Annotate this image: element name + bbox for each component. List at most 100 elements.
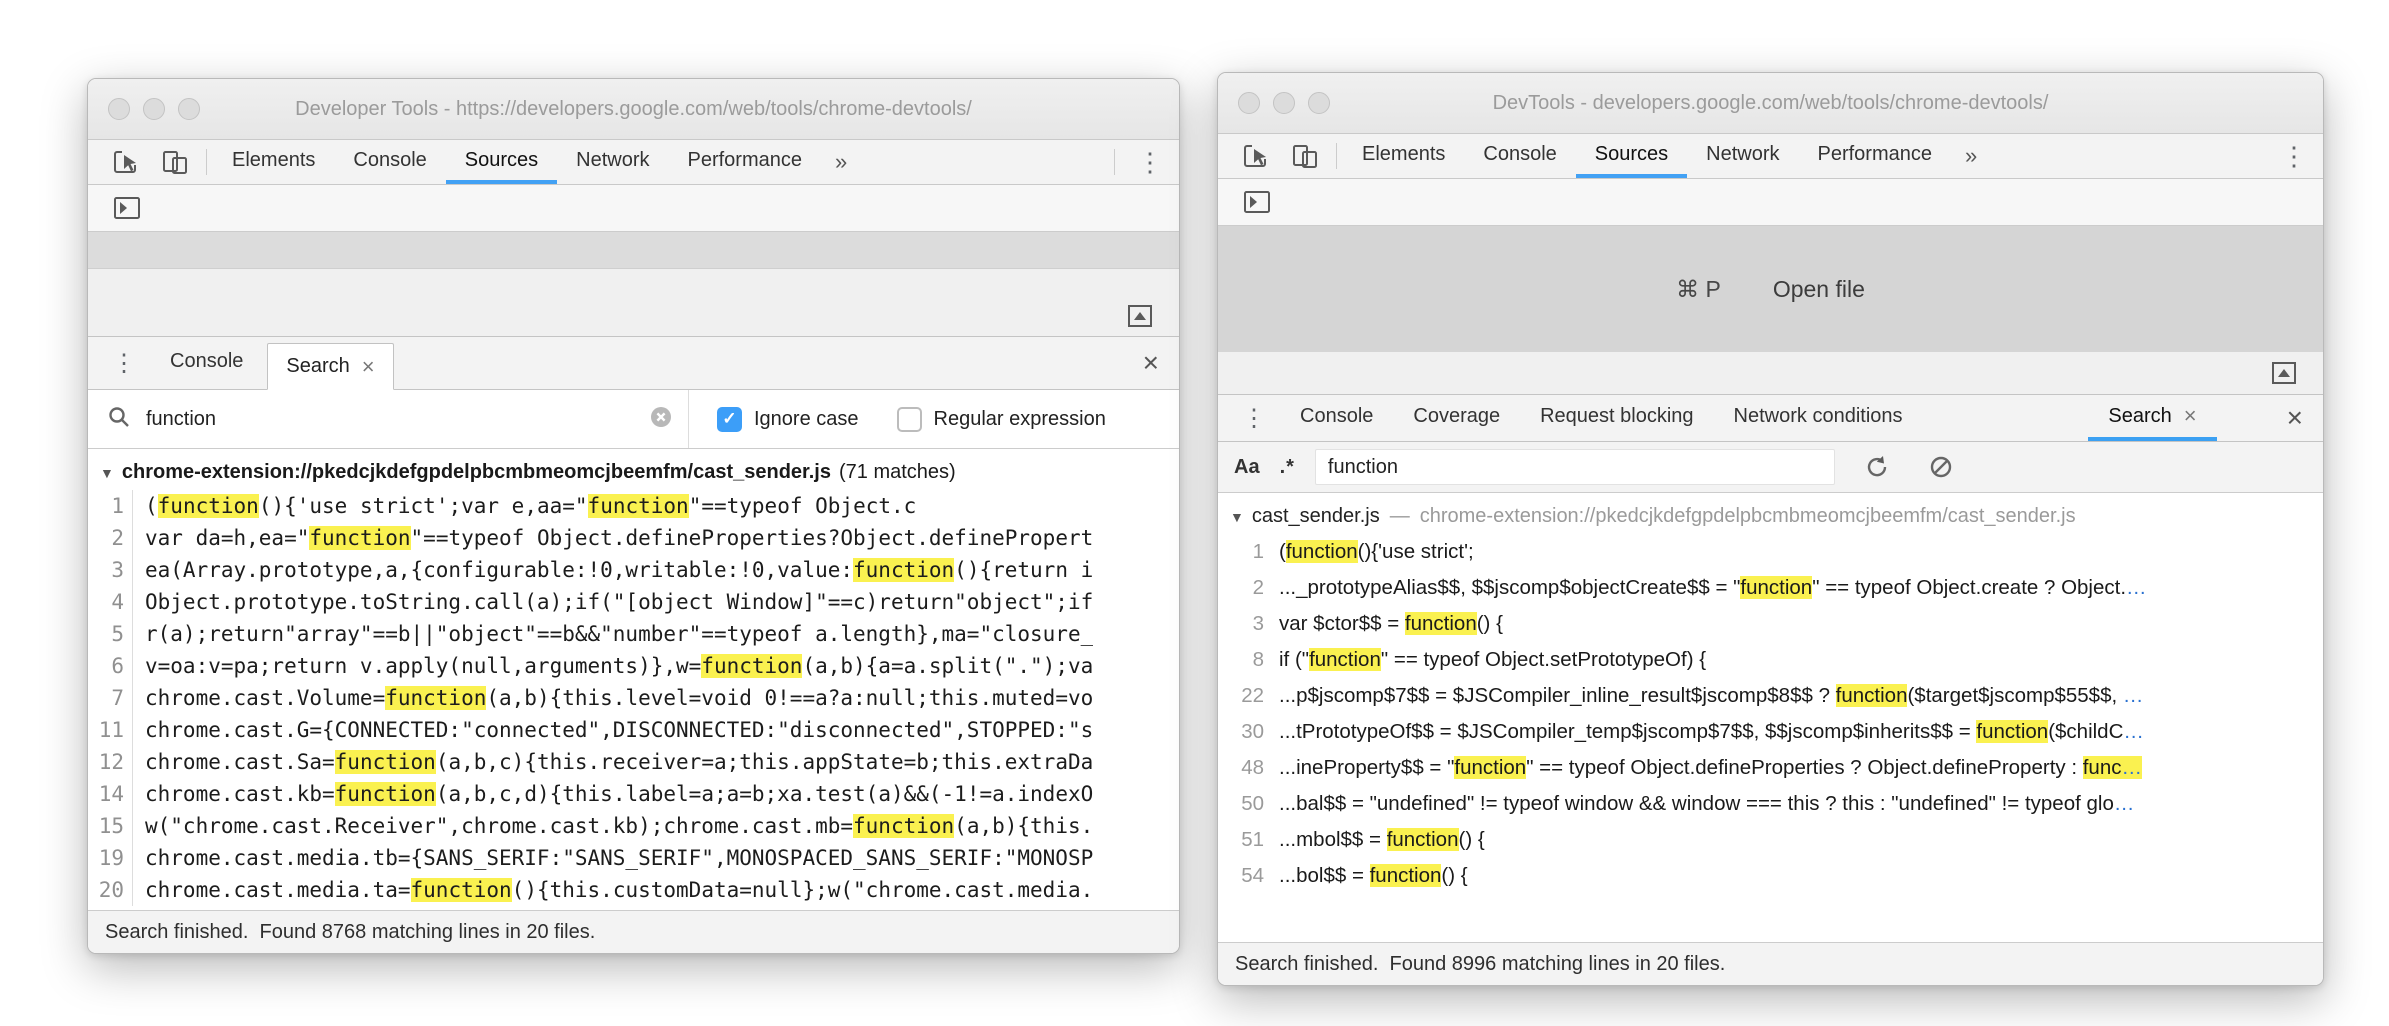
- toolbar-separator: [1336, 143, 1337, 169]
- refresh-search-icon[interactable]: [1855, 453, 1899, 481]
- close-search-tab-icon[interactable]: ×: [362, 356, 375, 378]
- line-content: chrome.cast.media.ta=function(){this.cus…: [133, 874, 1093, 906]
- result-line[interactable]: 50...bal$$ = "undefined" != typeof windo…: [1218, 786, 2323, 822]
- result-line[interactable]: 30...tPrototypeOf$$ = $JSCompiler_temp$j…: [1218, 714, 2323, 750]
- tab-network[interactable]: Network: [1687, 134, 1798, 178]
- toolbar-separator: [206, 149, 207, 175]
- result-line[interactable]: 54...bol$$ = function() {: [1218, 858, 2323, 894]
- result-line[interactable]: 48...ineProperty$$ = "function" == typeo…: [1218, 750, 2323, 786]
- tab-console[interactable]: Console: [1464, 134, 1575, 178]
- result-line[interactable]: 15w("chrome.cast.Receiver",chrome.cast.k…: [88, 810, 1179, 842]
- result-file-url: chrome-extension://pkedcjkdefgpdelpbcmbm…: [122, 461, 831, 484]
- code-text: v=oa:v=pa;return v.apply(null,arguments)…: [145, 654, 701, 678]
- expand-panel-icon[interactable]: [1117, 303, 1163, 329]
- tab-elements[interactable]: Elements: [213, 140, 334, 184]
- status-bar: Search finished. Found 8768 matching lin…: [88, 910, 1179, 953]
- line-number: 2: [88, 522, 133, 554]
- result-line[interactable]: 3var $ctor$$ = function() {: [1218, 606, 2323, 642]
- result-line[interactable]: 2..._prototypeAlias$$, $$jscomp$objectCr…: [1218, 570, 2323, 606]
- inspect-element-icon[interactable]: [102, 140, 150, 184]
- result-line[interactable]: 14chrome.cast.kb=function(a,b,c,d){this.…: [88, 778, 1179, 810]
- clear-search-icon[interactable]: [648, 404, 674, 435]
- result-line[interactable]: 3ea(Array.prototype,a,{configurable:!0,w…: [88, 554, 1179, 586]
- customize-menu-icon[interactable]: ⋮: [1121, 140, 1179, 184]
- close-drawer-icon[interactable]: ×: [1123, 337, 1179, 389]
- match-case-toggle[interactable]: Aa: [1234, 456, 1260, 479]
- close-window-button[interactable]: [108, 98, 130, 120]
- result-line[interactable]: 4Object.prototype.toString.call(a);if("[…: [88, 586, 1179, 618]
- tab-network[interactable]: Network: [557, 140, 668, 184]
- drawer-tab-console[interactable]: Console: [150, 337, 263, 389]
- result-line[interactable]: 22...p$jscomp$7$$ = $JSCompiler_inline_r…: [1218, 678, 2323, 714]
- zoom-window-button[interactable]: [1308, 92, 1330, 114]
- tab-elements[interactable]: Elements: [1343, 134, 1464, 178]
- tab-sources[interactable]: Sources: [1576, 134, 1687, 178]
- line-number: 8: [1218, 642, 1279, 678]
- drawer-tab-console[interactable]: Console: [1280, 395, 1393, 441]
- search-input[interactable]: function: [1315, 449, 1835, 485]
- result-file-header[interactable]: ▼ chrome-extension://pkedcjkdefgpdelpbcm…: [88, 449, 1179, 490]
- result-line[interactable]: 2var da=h,ea="function"==typeof Object.d…: [88, 522, 1179, 554]
- clear-search-icon[interactable]: [1919, 453, 1963, 481]
- line-content: ...tPrototypeOf$$ = $JSCompiler_temp$jsc…: [1279, 714, 2144, 750]
- toggle-device-toolbar-icon[interactable]: [150, 140, 200, 184]
- minimize-window-button[interactable]: [143, 98, 165, 120]
- main-toolbar: Elements Console Sources Network Perform…: [88, 140, 1179, 185]
- match-highlight: function: [853, 558, 954, 582]
- close-window-button[interactable]: [1238, 92, 1260, 114]
- result-line[interactable]: 20chrome.cast.media.ta=function(){this.c…: [88, 874, 1179, 906]
- drawer-menu-icon[interactable]: ⋮: [1228, 395, 1280, 441]
- minimize-window-button[interactable]: [1273, 92, 1295, 114]
- result-line[interactable]: 11chrome.cast.G={CONNECTED:"connected",D…: [88, 714, 1179, 746]
- drawer-menu-icon[interactable]: ⋮: [98, 337, 150, 389]
- code-text: Object.prototype.toString.call(a);if("[o…: [145, 590, 1093, 614]
- match-highlight: function: [701, 654, 802, 678]
- show-navigator-icon[interactable]: [103, 195, 151, 221]
- close-drawer-icon[interactable]: ×: [2267, 395, 2323, 441]
- code-text: (a,b){a=a.split(".");va: [802, 654, 1093, 678]
- code-text: ...bol$$ =: [1279, 864, 1370, 887]
- drawer-tab-search[interactable]: Search ×: [267, 343, 393, 390]
- zoom-window-button[interactable]: [178, 98, 200, 120]
- regex-toggle[interactable]: .*: [1280, 456, 1295, 479]
- line-number: 6: [88, 650, 133, 682]
- drawer-tab-search[interactable]: Search ×: [2088, 395, 2216, 441]
- drawer-tab-coverage[interactable]: Coverage: [1393, 395, 1520, 441]
- result-file-header[interactable]: ▼ cast_sender.js — chrome-extension://pk…: [1218, 493, 2323, 534]
- disclosure-triangle-icon[interactable]: ▼: [100, 465, 114, 481]
- customize-menu-icon[interactable]: ⋮: [2265, 134, 2323, 178]
- tab-console[interactable]: Console: [334, 140, 445, 184]
- disclosure-triangle-icon[interactable]: ▼: [1230, 509, 1244, 525]
- match-highlight: func: [2083, 756, 2122, 779]
- search-toolbar: function ✓ Ignore case Regular expressio…: [88, 390, 1179, 449]
- search-input[interactable]: function: [88, 390, 688, 448]
- show-navigator-icon[interactable]: [1233, 189, 1281, 215]
- drawer-tab-request-blocking[interactable]: Request blocking: [1520, 395, 1713, 441]
- line-content: ..._prototypeAlias$$, $$jscomp$objectCre…: [1279, 570, 2147, 606]
- tab-performance[interactable]: Performance: [669, 140, 822, 184]
- inspect-element-icon[interactable]: [1232, 134, 1280, 178]
- more-tabs-icon[interactable]: »: [821, 140, 861, 184]
- result-line[interactable]: 51...mbol$$ = function() {: [1218, 822, 2323, 858]
- result-line[interactable]: 6 v=oa:v=pa;return v.apply(null,arguments…: [88, 650, 1179, 682]
- code-text: ...ineProperty$$ = ": [1279, 756, 1454, 779]
- toggle-device-toolbar-icon[interactable]: [1280, 134, 1330, 178]
- code-text: …: [2126, 576, 2147, 599]
- drawer-tab-network-conditions[interactable]: Network conditions: [1714, 395, 1923, 441]
- result-line[interactable]: 12chrome.cast.Sa=function(a,b,c){this.re…: [88, 746, 1179, 778]
- tab-performance[interactable]: Performance: [1799, 134, 1952, 178]
- close-search-tab-icon[interactable]: ×: [2184, 405, 2197, 427]
- regular-expression-checkbox[interactable]: Regular expression: [897, 407, 1106, 432]
- ignore-case-checkbox[interactable]: ✓ Ignore case: [717, 407, 859, 432]
- match-highlight: function: [411, 878, 512, 902]
- result-line[interactable]: 19chrome.cast.media.tb={SANS_SERIF:"SANS…: [88, 842, 1179, 874]
- result-line[interactable]: 5r(a);return"array"==b||"object"==b&&"nu…: [88, 618, 1179, 650]
- match-highlight: function: [1405, 612, 1477, 635]
- result-line[interactable]: 1(function(){'use strict';var e,aa="func…: [88, 490, 1179, 522]
- expand-panel-icon[interactable]: [2261, 360, 2307, 386]
- more-tabs-icon[interactable]: »: [1951, 134, 1991, 178]
- result-line[interactable]: 1(function(){'use strict';: [1218, 534, 2323, 570]
- result-line[interactable]: 7chrome.cast.Volume=function(a,b){this.l…: [88, 682, 1179, 714]
- tab-sources[interactable]: Sources: [446, 140, 557, 184]
- result-line[interactable]: 8if ("function" == typeof Object.setProt…: [1218, 642, 2323, 678]
